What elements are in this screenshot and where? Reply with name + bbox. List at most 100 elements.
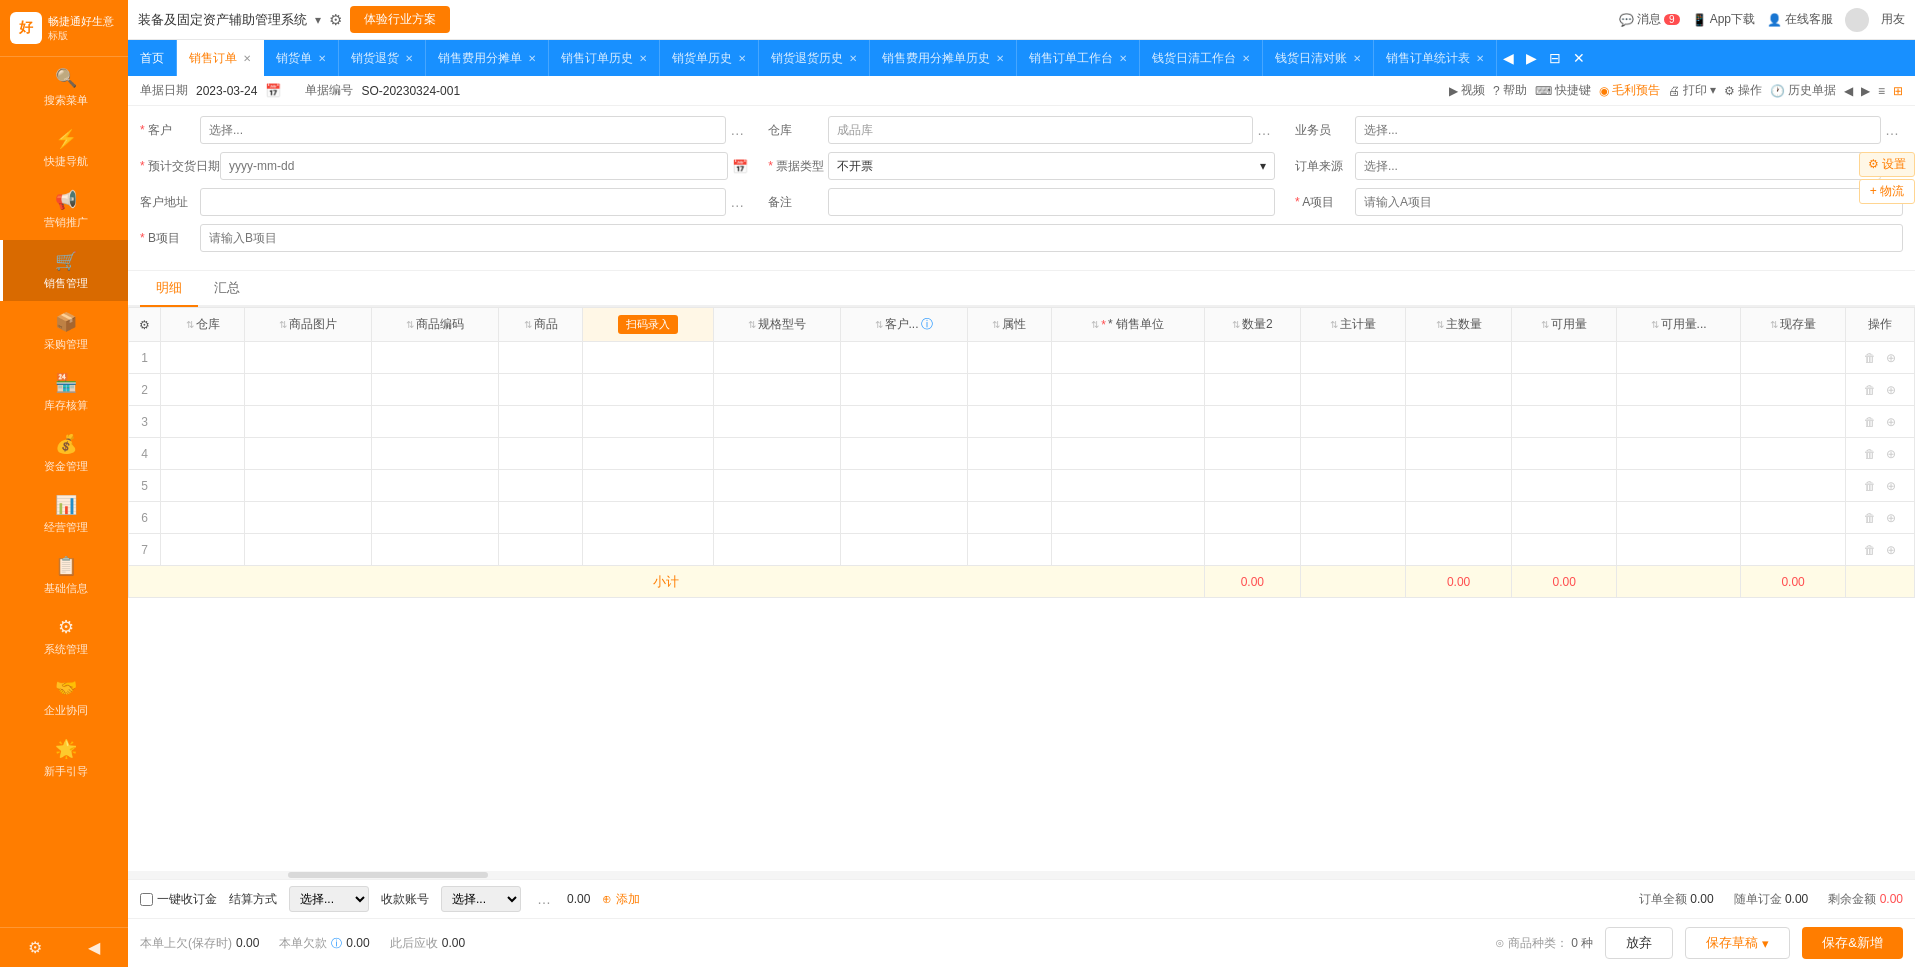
table-cell[interactable] xyxy=(1406,406,1512,438)
ticket-select[interactable]: 不开票 ▾ xyxy=(828,152,1275,180)
table-cell[interactable] xyxy=(967,342,1051,374)
sidebar-collapse-icon[interactable]: ◀ xyxy=(88,938,100,957)
calendar-icon[interactable]: 📅 xyxy=(265,83,281,98)
table-cell[interactable] xyxy=(372,406,499,438)
tab-close-sales-refund-history[interactable]: ✕ xyxy=(849,53,857,64)
sidebar-item-purchase[interactable]: 📦 采购管理 xyxy=(0,301,128,362)
table-cell[interactable] xyxy=(498,438,582,470)
table-cell[interactable] xyxy=(372,470,499,502)
table-cell[interactable] xyxy=(967,406,1051,438)
th-main-qty[interactable]: ⇅ 主数量 xyxy=(1406,308,1512,342)
table-cell[interactable] xyxy=(372,502,499,534)
table-cell[interactable] xyxy=(1204,342,1300,374)
table-cell[interactable] xyxy=(498,342,582,374)
tab-sales-order-history[interactable]: 销售订单历史 ✕ xyxy=(549,40,660,76)
table-cell[interactable] xyxy=(1740,502,1846,534)
staff-more-icon[interactable]: … xyxy=(1881,122,1903,138)
table-cell[interactable] xyxy=(372,374,499,406)
table-cell[interactable] xyxy=(1406,534,1512,566)
table-cell[interactable] xyxy=(583,534,714,566)
profit-btn[interactable]: ◉ 毛利预告 xyxy=(1599,82,1660,99)
delivery-calendar-icon[interactable]: 📅 xyxy=(732,159,748,174)
th-product-image[interactable]: ⇅ 商品图片 xyxy=(245,308,372,342)
table-cell[interactable] xyxy=(840,406,967,438)
table-cell[interactable] xyxy=(1406,342,1512,374)
table-cell[interactable] xyxy=(713,406,840,438)
table-cell[interactable] xyxy=(245,374,372,406)
th-product[interactable]: ⇅ 商品 xyxy=(498,308,582,342)
account-more-icon[interactable]: … xyxy=(533,891,555,907)
tab-close-sales-return-history[interactable]: ✕ xyxy=(738,53,746,64)
row-copy-icon[interactable]: ⊕ xyxy=(1886,351,1896,365)
header-gear-icon[interactable]: ⚙ xyxy=(329,11,342,29)
th-current-stock[interactable]: ⇅ 现存量 xyxy=(1740,308,1846,342)
th-sales-unit[interactable]: ⇅ ** 销售单位 xyxy=(1051,308,1204,342)
sidebar-item-search[interactable]: 🔍 搜索菜单 xyxy=(0,57,128,118)
table-cell[interactable] xyxy=(840,502,967,534)
table-cell[interactable] xyxy=(583,438,714,470)
table-cell[interactable] xyxy=(245,406,372,438)
app-download-item[interactable]: 📱 App下载 xyxy=(1692,11,1755,28)
th-qty2[interactable]: ⇅ 数量2 xyxy=(1204,308,1300,342)
table-cell[interactable] xyxy=(1740,374,1846,406)
tab-sales-return-history[interactable]: 销货单历史 ✕ xyxy=(660,40,759,76)
table-cell[interactable] xyxy=(498,406,582,438)
table-cell[interactable] xyxy=(1511,342,1617,374)
table-cell[interactable] xyxy=(583,470,714,502)
tab-nav-more[interactable]: ⊟ xyxy=(1543,40,1567,76)
table-cell[interactable] xyxy=(245,470,372,502)
sidebar-item-basic-info[interactable]: 📋 基础信息 xyxy=(0,545,128,606)
tab-detail[interactable]: 明细 xyxy=(140,271,198,307)
table-cell[interactable] xyxy=(713,438,840,470)
tab-sales-order[interactable]: 销售订单 ✕ xyxy=(177,40,264,76)
toolbar-list-view[interactable]: ≡ xyxy=(1878,84,1885,98)
tab-close-sales-order[interactable]: ✕ xyxy=(243,53,251,64)
table-cell[interactable] xyxy=(1617,502,1740,534)
tab-close-sales-order-summary[interactable]: ✕ xyxy=(1476,53,1484,64)
table-cell[interactable] xyxy=(583,502,714,534)
tab-close-sales-refund[interactable]: ✕ xyxy=(405,53,413,64)
one-click-input[interactable] xyxy=(140,893,153,906)
sidebar-item-guide[interactable]: 🌟 新手引导 xyxy=(0,728,128,789)
note-input[interactable] xyxy=(828,188,1275,216)
table-cell[interactable] xyxy=(372,342,499,374)
sidebar-item-operations[interactable]: 📊 经营管理 xyxy=(0,484,128,545)
table-cell[interactable] xyxy=(1740,470,1846,502)
user-name[interactable]: 用友 xyxy=(1881,11,1905,28)
row-copy-icon[interactable]: ⊕ xyxy=(1886,415,1896,429)
table-cell[interactable] xyxy=(1051,502,1204,534)
table-cell[interactable] xyxy=(1300,470,1406,502)
save-draft-button[interactable]: 保存草稿 ▾ xyxy=(1685,927,1790,959)
th-available[interactable]: ⇅ 可用量 xyxy=(1511,308,1617,342)
th-available2[interactable]: ⇅ 可用量... xyxy=(1617,308,1740,342)
customer-input[interactable] xyxy=(200,116,726,144)
address-input[interactable] xyxy=(200,188,726,216)
table-container[interactable]: ⚙ ⇅ 仓库 ⇅ 商品图片 ⇅ 商品编码 ⇅ 商品 扫码录入 ⇅ 规格型号 ⇅ … xyxy=(128,307,1915,871)
table-cell[interactable] xyxy=(1617,534,1740,566)
row-copy-icon[interactable]: ⊕ xyxy=(1886,543,1896,557)
th-customer-code[interactable]: ⇅ 客户... ⓘ xyxy=(840,308,967,342)
table-cell[interactable] xyxy=(1617,470,1740,502)
sidebar-item-system[interactable]: ⚙ 系统管理 xyxy=(0,606,128,667)
account-select[interactable]: 选择... xyxy=(441,886,521,912)
online-service-item[interactable]: 👤 在线客服 xyxy=(1767,11,1833,28)
tab-sales-expense[interactable]: 销售费用分摊单 ✕ xyxy=(426,40,549,76)
table-cell[interactable] xyxy=(1300,502,1406,534)
table-cell[interactable] xyxy=(840,470,967,502)
order-source-input[interactable] xyxy=(1355,152,1881,180)
table-cell[interactable] xyxy=(1051,374,1204,406)
table-cell[interactable] xyxy=(840,374,967,406)
tab-summary[interactable]: 汇总 xyxy=(198,271,256,307)
table-cell[interactable] xyxy=(1406,502,1512,534)
table-cell[interactable] xyxy=(1051,470,1204,502)
tab-close-sales-expense[interactable]: ✕ xyxy=(528,53,536,64)
sidebar-item-quick-nav[interactable]: ⚡ 快捷导航 xyxy=(0,118,128,179)
tab-sales-order-workbench[interactable]: 销售订单工作台 ✕ xyxy=(1017,40,1140,76)
tab-close-sales-order-workbench[interactable]: ✕ xyxy=(1119,53,1127,64)
table-cell[interactable] xyxy=(1406,374,1512,406)
sidebar-item-finance[interactable]: 💰 资金管理 xyxy=(0,423,128,484)
shortcut-btn[interactable]: ⌨ 快捷键 xyxy=(1535,82,1591,99)
tab-sales-refund-history[interactable]: 销货退货历史 ✕ xyxy=(759,40,870,76)
table-cell[interactable] xyxy=(1051,534,1204,566)
tab-sales-expense-history[interactable]: 销售费用分摊单历史 ✕ xyxy=(870,40,1017,76)
